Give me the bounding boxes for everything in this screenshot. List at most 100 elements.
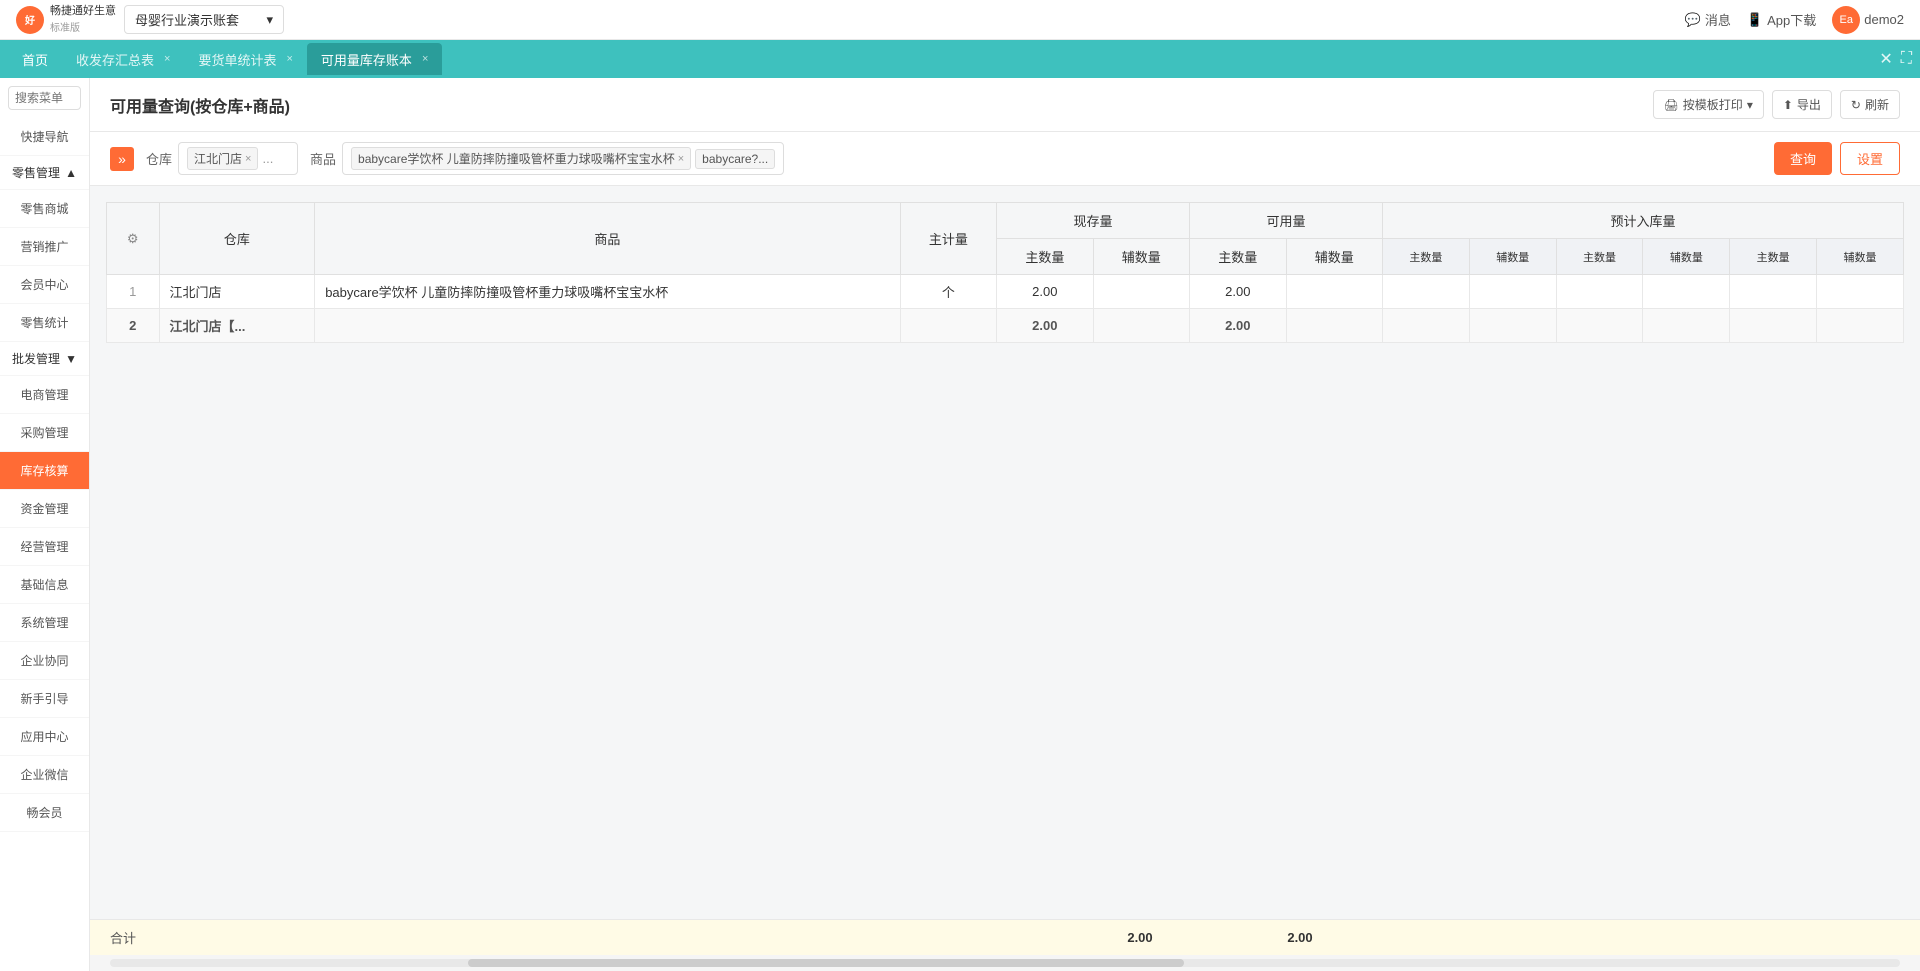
- sidebar-item-label: 应用中心: [20, 728, 68, 745]
- subtotal-available-aux: [1286, 309, 1382, 343]
- subtotal-available-main: 2.00: [1190, 309, 1286, 343]
- th-stock-main: 主数量: [997, 239, 1093, 275]
- sidebar-item-label: 采购管理: [20, 424, 68, 441]
- query-btn[interactable]: 查询: [1774, 142, 1832, 175]
- sidebar-item-label: 营销推广: [20, 238, 68, 255]
- tab-order-close[interactable]: ×: [286, 53, 292, 65]
- sidebar-item-finance[interactable]: 资金管理: [0, 490, 89, 528]
- sidebar-item-app-center[interactable]: 应用中心: [0, 718, 89, 756]
- cell-incoming-aux: [1643, 275, 1730, 309]
- subtotal-purchase-main: [1383, 309, 1470, 343]
- th-purchase-main: 主数量: [1383, 239, 1470, 275]
- product-tag1-remove[interactable]: ×: [678, 153, 684, 165]
- content-area: 可用量查询(按仓库+商品) 🖨 按模板打印 ▾ ⬆ 导出 ↻ 刷新: [90, 78, 1920, 971]
- export-label: 导出: [1797, 96, 1821, 113]
- sidebar-item-label: 新手引导: [20, 690, 68, 707]
- tab-stock-close[interactable]: ×: [422, 53, 428, 65]
- sidebar-item-member[interactable]: 会员中心: [0, 266, 89, 304]
- sidebar-item-basic[interactable]: 基础信息: [0, 566, 89, 604]
- cell-purchase-aux: [1469, 275, 1556, 309]
- sidebar-item-marketing[interactable]: 营销推广: [0, 228, 89, 266]
- product-filter: 商品 babycare学饮杯 儿童防摔防撞吸管杯重力球吸嘴杯宝宝水杯 × bab…: [310, 142, 784, 175]
- filter-actions: 查询 设置: [1774, 142, 1900, 175]
- scroll-thumb[interactable]: [468, 959, 1184, 967]
- sidebar-item-retail-mgmt[interactable]: 零售管理 ▲: [0, 156, 89, 190]
- sidebar-item-newbie[interactable]: 新手引导: [0, 680, 89, 718]
- company-selector[interactable]: 母婴行业演示账套 ▾: [124, 5, 284, 34]
- message-icon: 💬: [1685, 12, 1701, 28]
- messages-btn[interactable]: 💬 消息: [1685, 10, 1731, 29]
- tab-receipt-close[interactable]: ×: [164, 53, 170, 65]
- sidebar-item-operations[interactable]: 经营管理: [0, 528, 89, 566]
- cell-available-aux: [1286, 275, 1382, 309]
- top-bar-left: 好 畅捷通好生意 标准版 母婴行业演示账套 ▾: [16, 5, 284, 34]
- product-input[interactable]: babycare学饮杯 儿童防摔防撞吸管杯重力球吸嘴杯宝宝水杯 × babyca…: [342, 142, 784, 175]
- fullscreen-icon[interactable]: ⛶: [1901, 50, 1912, 68]
- footer-label: 合计: [110, 928, 136, 947]
- sidebar-item-label: 会员中心: [20, 276, 68, 293]
- cell-production-aux: [1817, 275, 1904, 309]
- export-btn[interactable]: ⬆ 导出: [1772, 90, 1832, 119]
- th-product: 商品: [315, 203, 900, 275]
- page-header: 可用量查询(按仓库+商品) 🖨 按模板打印 ▾ ⬆ 导出 ↻ 刷新: [90, 78, 1920, 132]
- warehouse-tag-remove[interactable]: ×: [245, 153, 251, 165]
- table-footer: 合计 2.00 2.00: [90, 919, 1920, 955]
- sidebar-item-ecommerce[interactable]: 电商管理: [0, 376, 89, 414]
- expand-filter-btn[interactable]: »: [110, 147, 134, 171]
- tab-stock-label: 可用量库存账本: [321, 50, 412, 69]
- close-all-icon[interactable]: ✕: [1879, 49, 1892, 69]
- sidebar-item-quick-nav[interactable]: 快捷导航: [0, 118, 89, 156]
- user-area[interactable]: Ea demo2: [1832, 6, 1904, 34]
- cell-production-main: [1730, 275, 1817, 309]
- expand-icon: »: [118, 151, 126, 167]
- nav-tabs-right: ✕ ⛶: [1879, 49, 1912, 69]
- sidebar-item-purchase[interactable]: 采购管理: [0, 414, 89, 452]
- sidebar-item-system[interactable]: 系统管理: [0, 604, 89, 642]
- horizontal-scrollbar[interactable]: [110, 959, 1900, 967]
- tab-receipt-label: 收发存汇总表: [76, 50, 154, 69]
- page-header-right: 🖨 按模板打印 ▾ ⬆ 导出 ↻ 刷新: [1653, 90, 1900, 131]
- data-table: ⚙ 仓库 商品 主计量 现存量 可用量 预计入库量 主数量 辅数量 主数量 辅数…: [106, 202, 1904, 343]
- warehouse-tag: 江北门店 ×: [187, 147, 258, 170]
- refresh-btn[interactable]: ↻ 刷新: [1840, 90, 1900, 119]
- sidebar-item-label: 资金管理: [20, 500, 68, 517]
- subtotal-row: 2 江北门店【... 2.00 2.00: [107, 309, 1904, 343]
- top-bar: 好 畅捷通好生意 标准版 母婴行业演示账套 ▾ 💬 消息 📱 App下载 Ea …: [0, 0, 1920, 40]
- tab-home[interactable]: 首页: [8, 43, 62, 75]
- sidebar-item-wechat[interactable]: 企业微信: [0, 756, 89, 794]
- subtotal-production-main: [1730, 309, 1817, 343]
- print-btn[interactable]: 🖨 按模板打印 ▾: [1653, 90, 1764, 119]
- app-download-btn[interactable]: 📱 App下载: [1747, 10, 1816, 29]
- sidebar-item-label: 零售商城: [20, 200, 68, 217]
- cell-incoming-main: [1556, 275, 1643, 309]
- subtotal-stock-main: 2.00: [997, 309, 1093, 343]
- sidebar-item-retail-stats[interactable]: 零售统计: [0, 304, 89, 342]
- tab-receipt[interactable]: 收发存汇总表 ×: [62, 43, 184, 75]
- settings-btn[interactable]: 设置: [1840, 142, 1900, 175]
- sidebar-item-inventory[interactable]: 库存核算: [0, 452, 89, 490]
- product-tag1: babycare学饮杯 儿童防摔防撞吸管杯重力球吸嘴杯宝宝水杯 ×: [351, 147, 691, 170]
- username: demo2: [1864, 12, 1904, 27]
- warehouse-input[interactable]: 江北门店 × ...: [178, 142, 298, 175]
- page-title: 可用量查询(按仓库+商品): [110, 93, 290, 129]
- product-label: 商品: [310, 149, 336, 168]
- th-settings[interactable]: ⚙: [107, 203, 160, 275]
- th-production-main: 主数量: [1730, 239, 1817, 275]
- sidebar-item-vip[interactable]: 畅会员: [0, 794, 89, 832]
- sidebar-item-enterprise[interactable]: 企业协同: [0, 642, 89, 680]
- th-available-main: 主数量: [1190, 239, 1286, 275]
- th-stock-group: 现存量: [997, 203, 1190, 239]
- warehouse-tag-text: 江北门店: [194, 150, 242, 167]
- subtotal-incoming-aux: [1643, 309, 1730, 343]
- sidebar-item-wholesale-mgmt[interactable]: 批发管理 ▼: [0, 342, 89, 376]
- tab-order[interactable]: 要货单统计表 ×: [184, 43, 306, 75]
- chevron-icon: ▲: [65, 166, 77, 180]
- cell-stock-aux: [1093, 275, 1189, 309]
- logo-area: 好 畅捷通好生意 标准版: [16, 5, 116, 33]
- subtotal-incoming-main: [1556, 309, 1643, 343]
- tab-stock[interactable]: 可用量库存账本 ×: [307, 43, 442, 75]
- sidebar-item-retail-mall[interactable]: 零售商城: [0, 190, 89, 228]
- settings-icon[interactable]: ⚙: [127, 231, 139, 246]
- search-input[interactable]: [8, 86, 81, 110]
- sidebar: 快捷导航 零售管理 ▲ 零售商城 营销推广 会员中心 零售统计 批发管理 ▼ 电…: [0, 78, 90, 971]
